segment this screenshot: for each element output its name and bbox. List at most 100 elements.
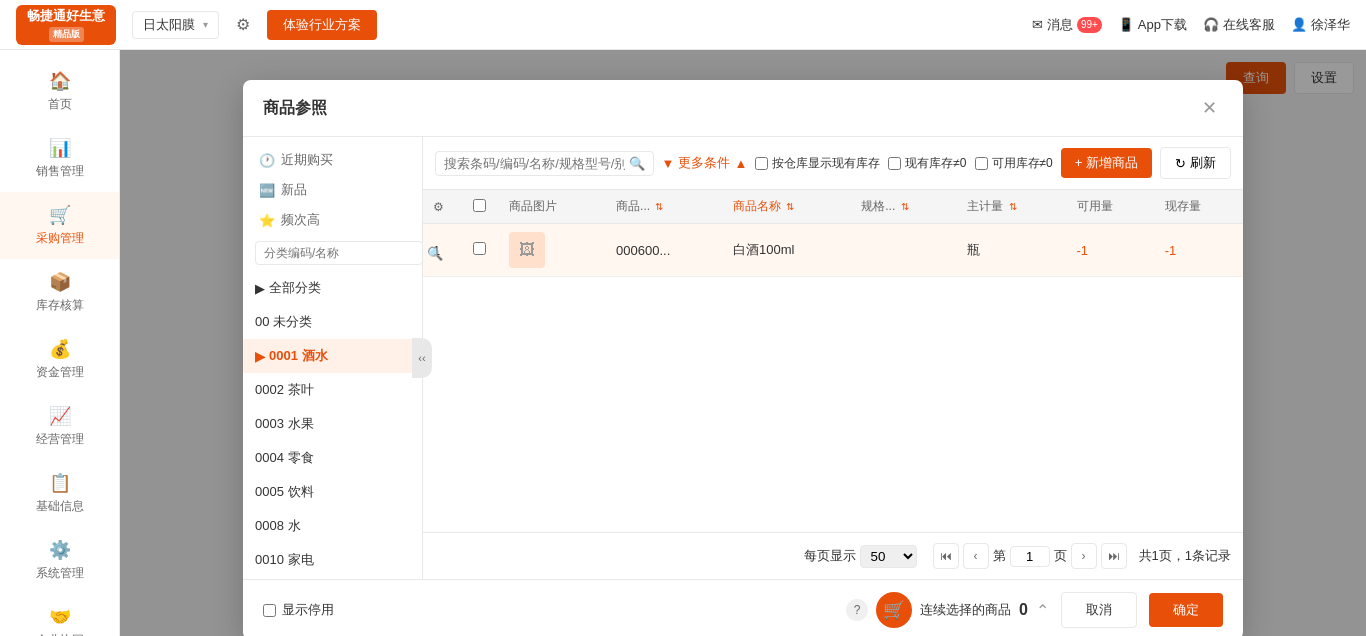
image-icon: 🖼 (519, 241, 535, 259)
chevron-down-icon: ▾ (203, 19, 208, 30)
page-number-input[interactable] (1010, 546, 1050, 567)
category-appliance-label: 0010 家电 (255, 551, 314, 569)
col-seq: ⚙ (423, 190, 463, 224)
col-check (463, 190, 499, 224)
search-icon[interactable]: 🔍 (629, 156, 645, 171)
message-icon: ✉ (1032, 17, 1043, 32)
user-menu[interactable]: 👤 徐泽华 (1291, 16, 1350, 34)
more-filters-button[interactable]: ▼ 更多条件 ▲ (662, 154, 748, 172)
category-tea[interactable]: 0002 茶叶 (243, 373, 422, 407)
frequent-item[interactable]: ⭐ 频次高 (243, 205, 422, 235)
filter-icon: ▼ (662, 156, 675, 171)
category-search-icon[interactable]: 🔍 (427, 246, 443, 261)
col-unit[interactable]: 主计量 ⇅ (957, 190, 1066, 224)
sidebar-label-finance: 资金管理 (36, 364, 84, 381)
new-products-item[interactable]: 🆕 新品 (243, 175, 422, 205)
col-code[interactable]: 商品... ⇅ (606, 190, 723, 224)
app-logo[interactable]: 畅捷通好生意 精品版 (16, 5, 116, 45)
refresh-button[interactable]: ↻ 刷新 (1160, 147, 1231, 179)
col-spec[interactable]: 规格... ⇅ (851, 190, 957, 224)
category-uncategorized[interactable]: 00 未分类 (243, 305, 422, 339)
close-button[interactable]: ✕ (1195, 94, 1223, 122)
sidebar-item-system[interactable]: ⚙️ 系统管理 (0, 527, 119, 594)
cell-image: 🖼 (499, 224, 606, 277)
messages-button[interactable]: ✉ 消息 99+ (1032, 16, 1102, 34)
settings-icon[interactable]: ⚙ (227, 9, 259, 41)
add-product-button[interactable]: + 新增商品 (1061, 148, 1152, 178)
cell-check[interactable] (463, 224, 499, 277)
table-row[interactable]: 1 🖼 (423, 224, 1243, 277)
category-uncategorized-label: 00 未分类 (255, 313, 312, 331)
avatar-icon: 👤 (1291, 17, 1307, 32)
clock-icon: 🕐 (259, 153, 275, 168)
cart-count: 0 (1019, 601, 1028, 619)
cta-button[interactable]: 体验行业方案 (267, 10, 377, 40)
usable-checkbox[interactable] (975, 157, 988, 170)
cell-available: -1 (1067, 224, 1155, 277)
page-size-select[interactable]: 50 100 200 (860, 545, 917, 568)
warehouse-filter-label: 按仓库显示现有库存 (772, 155, 880, 172)
category-water[interactable]: 0008 水 (243, 509, 422, 543)
next-page-button[interactable]: › (1071, 543, 1097, 569)
col-available: 可用量 (1067, 190, 1155, 224)
cart-button[interactable]: 🛒 (876, 592, 912, 628)
sidebar-item-finance[interactable]: 💰 资金管理 (0, 326, 119, 393)
navbar-right: ✉ 消息 99+ 📱 App下载 🎧 在线客服 👤 徐泽华 (1032, 16, 1350, 34)
show-disabled-checkbox-wrapper[interactable]: 显示停用 (263, 601, 334, 619)
sidebar-label-enterprise: 企业协同 (36, 632, 84, 636)
gear-icon[interactable]: ⚙ (433, 200, 444, 214)
col-name[interactable]: 商品名称 ⇅ (723, 190, 851, 224)
online-service-button[interactable]: 🎧 在线客服 (1203, 16, 1275, 34)
category-liquor[interactable]: ▶ 0001 酒水 (243, 339, 422, 373)
category-fruit-label: 0003 水果 (255, 415, 314, 433)
category-search-input[interactable] (255, 241, 423, 265)
category-fruit[interactable]: 0003 水果 (243, 407, 422, 441)
category-appliance[interactable]: 0010 家电 (243, 543, 422, 577)
finance-icon: 💰 (49, 338, 71, 360)
sidebar-item-purchase[interactable]: 🛒 采购管理 (0, 192, 119, 259)
usable-filter[interactable]: 可用库存≠0 (975, 155, 1053, 172)
available-checkbox[interactable] (888, 157, 901, 170)
cancel-button[interactable]: 取消 (1061, 592, 1137, 628)
recent-purchases-label: 近期购买 (281, 151, 333, 169)
app-download-button[interactable]: 📱 App下载 (1118, 16, 1187, 34)
show-disabled-checkbox[interactable] (263, 604, 276, 617)
first-page-button[interactable]: ⏮ (933, 543, 959, 569)
dialog-overlay: 商品参照 ✕ 🕐 近期购买 🆕 新品 (120, 50, 1366, 636)
prev-page-button[interactable]: ‹ (963, 543, 989, 569)
message-label: 消息 (1047, 16, 1073, 34)
collapse-left-panel-button[interactable]: ‹‹ (412, 338, 432, 378)
select-all-checkbox[interactable] (473, 199, 486, 212)
cart-section: ? 🛒 连续选择的商品 0 ⌃ (846, 592, 1049, 628)
enterprise-icon: 🤝 (49, 606, 71, 628)
product-search-input[interactable] (444, 156, 625, 171)
col-stock: 现存量 (1155, 190, 1243, 224)
last-page-button[interactable]: ⏭ (1101, 543, 1127, 569)
sidebar-label-purchase: 采购管理 (36, 230, 84, 247)
category-snack[interactable]: 0004 零食 (243, 441, 422, 475)
navbar: 畅捷通好生意 精品版 日太阳膜 ▾ ⚙ 体验行业方案 ✉ 消息 99+ 📱 Ap… (0, 0, 1366, 50)
sidebar-item-basic-info[interactable]: 📋 基础信息 (0, 460, 119, 527)
warehouse-checkbox[interactable] (755, 157, 768, 170)
store-selector[interactable]: 日太阳膜 ▾ (132, 11, 219, 39)
sidebar-item-inventory[interactable]: 📦 库存核算 (0, 259, 119, 326)
warehouse-filter[interactable]: 按仓库显示现有库存 (755, 155, 880, 172)
product-reference-dialog: 商品参照 ✕ 🕐 近期购买 🆕 新品 (243, 80, 1243, 636)
sidebar-item-sales[interactable]: 📊 销售管理 (0, 125, 119, 192)
new-icon: 🆕 (259, 183, 275, 198)
collapse-icon[interactable]: ⌃ (1036, 601, 1049, 620)
category-all[interactable]: ▶ 全部分类 (243, 271, 422, 305)
confirm-button[interactable]: 确定 (1149, 593, 1223, 627)
help-icon[interactable]: ? (846, 599, 868, 621)
sidebar-item-home[interactable]: 🏠 首页 (0, 58, 119, 125)
available-filter[interactable]: 现有库存≠0 (888, 155, 966, 172)
sidebar-item-enterprise[interactable]: 🤝 企业协同 (0, 594, 119, 636)
sidebar-item-business[interactable]: 📈 经营管理 (0, 393, 119, 460)
show-disabled-label: 显示停用 (282, 601, 334, 619)
recent-purchases-item[interactable]: 🕐 近期购买 (243, 145, 422, 175)
row-checkbox[interactable] (473, 242, 486, 255)
logo-badge: 精品版 (49, 27, 84, 42)
purchase-icon: 🛒 (49, 204, 71, 226)
arrow-right-icon: ▶ (255, 281, 265, 296)
category-beverage[interactable]: 0005 饮料 (243, 475, 422, 509)
